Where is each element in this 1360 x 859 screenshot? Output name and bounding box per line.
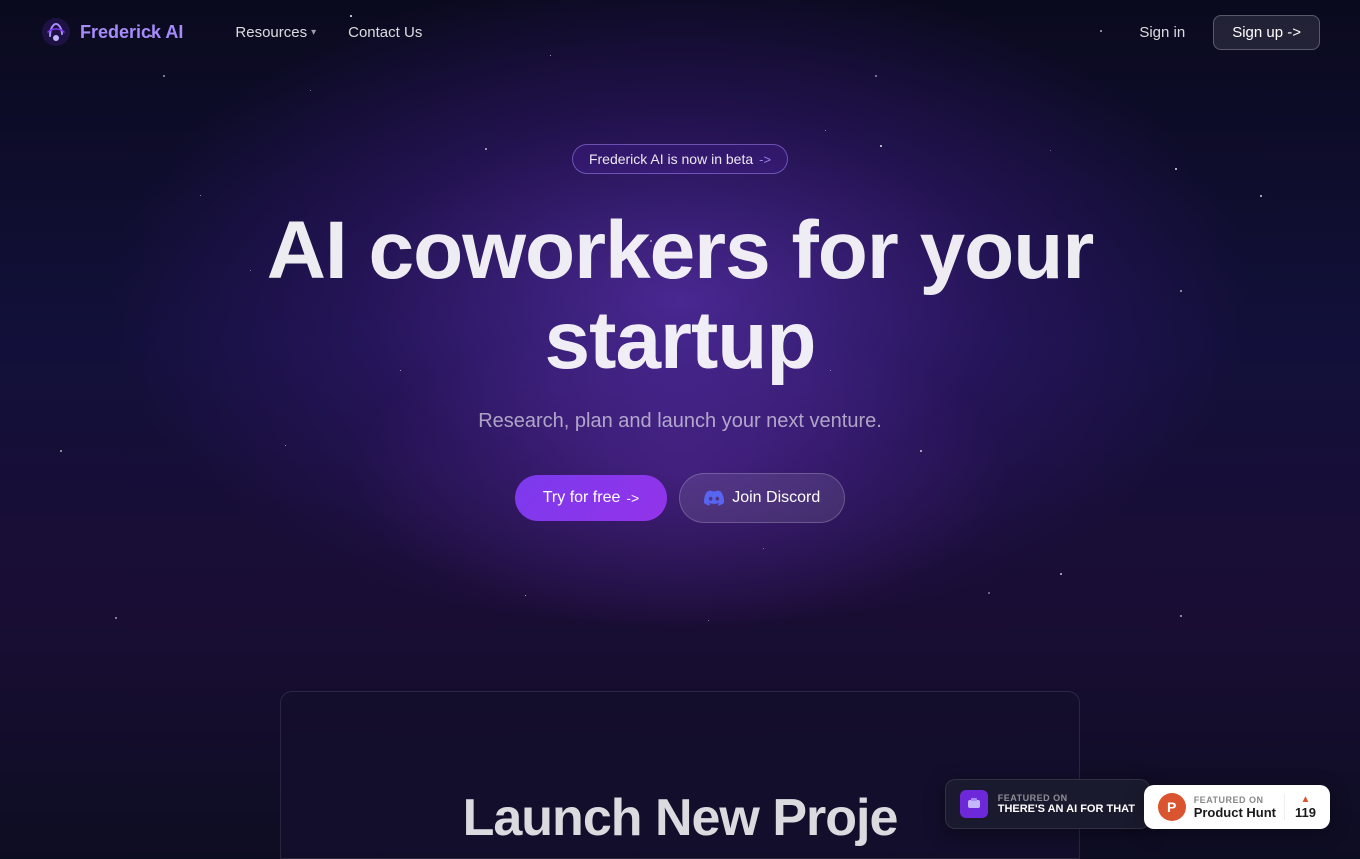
- launch-text: Launch New Proje: [463, 788, 898, 848]
- product-hunt-badge[interactable]: P FEATURED ON Product Hunt ▲ 119: [1144, 785, 1330, 829]
- upvote-arrow-icon: ▲: [1301, 794, 1311, 805]
- product-hunt-count: ▲ 119: [1284, 794, 1316, 820]
- logo-name: Frederick AI: [80, 22, 183, 43]
- hero-section: Frederick AI is now in beta -> AI cowork…: [0, 64, 1360, 523]
- hero-subtitle: Research, plan and launch your next vent…: [478, 410, 882, 433]
- hero-buttons: Try for free -> Join Discord: [515, 473, 846, 523]
- ai-for-that-badge[interactable]: FEATURED ON THERE'S AN AI FOR THAT: [945, 779, 1150, 829]
- nav-contact[interactable]: Contact Us: [336, 18, 434, 47]
- nav-right: Sign in Sign up ->: [1123, 15, 1320, 50]
- try-free-button[interactable]: Try for free ->: [515, 475, 667, 521]
- try-arrow: ->: [626, 490, 639, 506]
- discord-icon: [704, 488, 724, 508]
- beta-arrow: ->: [759, 152, 771, 167]
- logo-icon: [40, 16, 72, 48]
- ai-icon: [966, 796, 982, 812]
- chevron-down-icon: ▾: [311, 27, 316, 38]
- product-hunt-logo: P: [1158, 793, 1186, 821]
- beta-badge[interactable]: Frederick AI is now in beta ->: [572, 144, 788, 174]
- ai-badge-icon: [960, 790, 988, 818]
- navbar: Frederick AI Resources ▾ Contact Us Sign…: [0, 0, 1360, 64]
- logo[interactable]: Frederick AI: [40, 16, 183, 48]
- signup-button[interactable]: Sign up ->: [1213, 15, 1320, 50]
- ai-badge-text: FEATURED ON THERE'S AN AI FOR THAT: [998, 793, 1135, 815]
- preview-card: Launch New Proje: [280, 691, 1080, 859]
- nav-resources[interactable]: Resources ▾: [223, 18, 328, 47]
- nav-links: Resources ▾ Contact Us: [223, 18, 434, 47]
- product-hunt-text: FEATURED ON Product Hunt: [1194, 795, 1276, 820]
- preview-section: Launch New Proje: [280, 691, 1080, 859]
- hero-title: AI coworkers for your startup: [267, 206, 1094, 386]
- signin-button[interactable]: Sign in: [1123, 16, 1201, 49]
- nav-left: Frederick AI Resources ▾ Contact Us: [40, 16, 434, 48]
- join-discord-button[interactable]: Join Discord: [679, 473, 845, 523]
